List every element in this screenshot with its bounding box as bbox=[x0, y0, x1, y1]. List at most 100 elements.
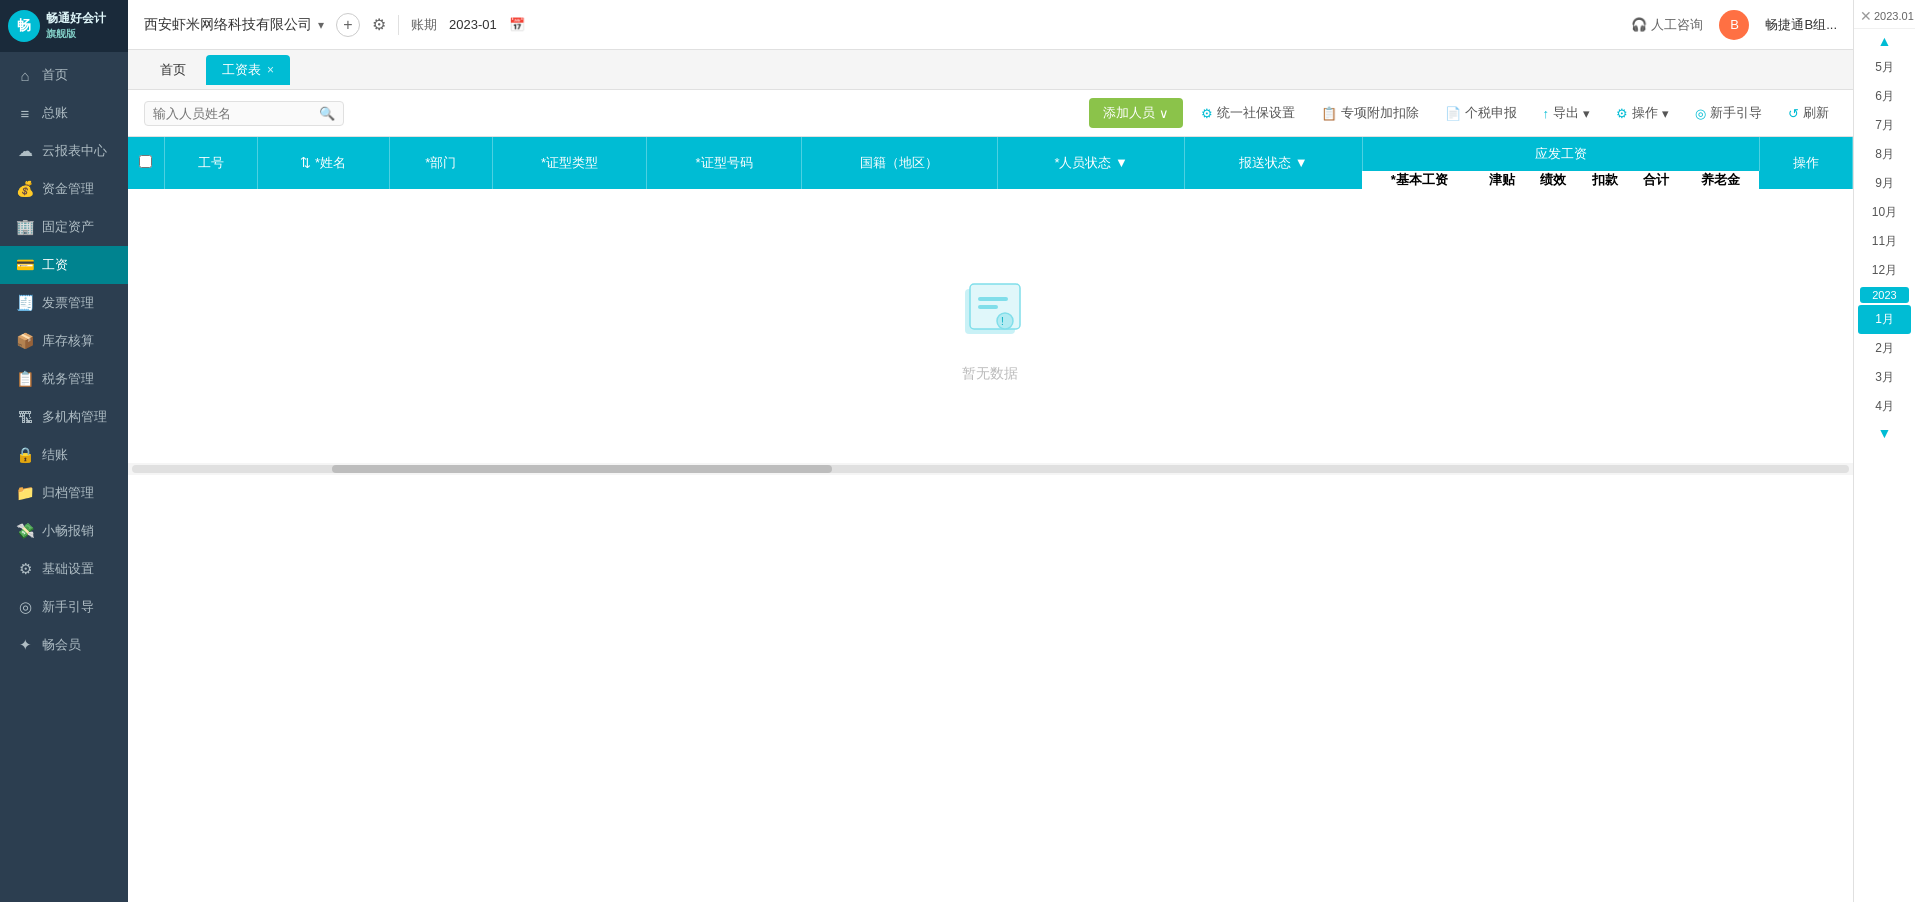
svg-rect-3 bbox=[978, 305, 998, 309]
select-all-checkbox[interactable] bbox=[139, 155, 152, 168]
sidebar-item-member[interactable]: ✦ 畅会员 bbox=[0, 626, 128, 664]
right-panel: ✕ 2023.01 ⤢ ▲ 5月 6月 7月 8月 9月 10月 11月 12月… bbox=[1853, 0, 1915, 902]
th-report-status[interactable]: 报送状态 ▼ bbox=[1185, 137, 1362, 189]
table-scrollbar[interactable] bbox=[128, 463, 1853, 475]
sidebar-item-salary[interactable]: 💳 工资 bbox=[0, 246, 128, 284]
th-actions: 操作 bbox=[1759, 137, 1852, 189]
operations-icon: ⚙ bbox=[1616, 106, 1628, 121]
search-icon: 🔍 bbox=[319, 106, 335, 121]
search-input[interactable] bbox=[153, 106, 313, 121]
th-deduction: 扣款 bbox=[1579, 171, 1630, 189]
sidebar-item-expense[interactable]: 💸 小畅报销 bbox=[0, 512, 128, 550]
month-item-11[interactable]: 11月 bbox=[1854, 227, 1915, 256]
sidebar-item-guide[interactable]: ◎ 新手引导 bbox=[0, 588, 128, 626]
support-button[interactable]: 🎧 人工咨询 bbox=[1631, 16, 1703, 34]
month-item-7[interactable]: 7月 bbox=[1854, 111, 1915, 140]
company-selector[interactable]: 西安虾米网络科技有限公司 ▾ bbox=[144, 16, 324, 34]
th-nationality: 国籍（地区） bbox=[801, 137, 997, 189]
month-item-2023-4[interactable]: 4月 bbox=[1854, 392, 1915, 421]
month-item-2023-2[interactable]: 2月 bbox=[1854, 334, 1915, 363]
header-divider bbox=[398, 15, 399, 35]
user-name[interactable]: 畅捷通B组... bbox=[1765, 16, 1837, 34]
salary-table: 工号 ⇅ *姓名 *部门 *证型类型 *证型号码 国籍（地区） *人员状态 ▼ … bbox=[128, 137, 1853, 463]
guide-button[interactable]: ◎ 新手引导 bbox=[1687, 100, 1770, 126]
add-company-button[interactable]: + bbox=[336, 13, 360, 37]
month-item-5[interactable]: 5月 bbox=[1854, 53, 1915, 82]
sidebar-item-archive[interactable]: 📁 归档管理 bbox=[0, 474, 128, 512]
sidebar-item-multi-org-label: 多机构管理 bbox=[42, 408, 107, 426]
export-button[interactable]: ↑ 导出 ▾ bbox=[1535, 100, 1599, 126]
th-id-type: *证型类型 bbox=[492, 137, 647, 189]
export-icon: ↑ bbox=[1543, 106, 1550, 121]
tab-salary[interactable]: 工资表 × bbox=[206, 55, 290, 85]
funds-icon: 💰 bbox=[16, 180, 34, 198]
chevron-down-icon: ▾ bbox=[318, 18, 324, 32]
add-person-button[interactable]: 添加人员 ∨ bbox=[1089, 98, 1183, 128]
sidebar-item-invoice[interactable]: 🧾 发票管理 bbox=[0, 284, 128, 322]
extra-deduction-button[interactable]: 📋 专项附加扣除 bbox=[1313, 100, 1427, 126]
th-checkbox[interactable] bbox=[128, 137, 164, 189]
month-item-8[interactable]: 8月 bbox=[1854, 140, 1915, 169]
sidebar-item-home[interactable]: ⌂ 首页 bbox=[0, 56, 128, 94]
multi-org-icon: 🏗 bbox=[16, 409, 34, 426]
ledger-icon: ≡ bbox=[16, 105, 34, 122]
toolbar-right: 添加人员 ∨ ⚙ 统一社保设置 📋 专项附加扣除 📄 个税申报 ↑ 导出 ▾ ⚙ bbox=[1089, 98, 1838, 128]
sidebar-nav: ⌂ 首页 ≡ 总账 ☁ 云报表中心 💰 资金管理 🏢 固定资产 💳 工资 🧾 发… bbox=[0, 52, 128, 902]
th-name[interactable]: ⇅ *姓名 bbox=[257, 137, 389, 189]
sidebar-item-fixed-assets[interactable]: 🏢 固定资产 bbox=[0, 208, 128, 246]
sidebar-item-ledger[interactable]: ≡ 总账 bbox=[0, 94, 128, 132]
sidebar-item-inventory[interactable]: 📦 库存核算 bbox=[0, 322, 128, 360]
th-status[interactable]: *人员状态 ▼ bbox=[998, 137, 1185, 189]
sidebar-item-invoice-label: 发票管理 bbox=[42, 294, 94, 312]
month-item-2023-3[interactable]: 3月 bbox=[1854, 363, 1915, 392]
sidebar-item-multi-org[interactable]: 🏗 多机构管理 bbox=[0, 398, 128, 436]
sidebar-item-ledger-label: 总账 bbox=[42, 104, 68, 122]
tax-icon: 📋 bbox=[16, 370, 34, 388]
sidebar-item-tax[interactable]: 📋 税务管理 bbox=[0, 360, 128, 398]
sidebar-item-member-label: 畅会员 bbox=[42, 636, 81, 654]
sidebar-item-salary-label: 工资 bbox=[42, 256, 68, 274]
empty-state: ! 暂无数据 bbox=[128, 189, 1853, 463]
tax-declare-button[interactable]: 📄 个税申报 bbox=[1437, 100, 1525, 126]
add-person-label: 添加人员 bbox=[1103, 104, 1155, 122]
month-item-6[interactable]: 6月 bbox=[1854, 82, 1915, 111]
salary-icon: 💳 bbox=[16, 256, 34, 274]
month-item-9[interactable]: 9月 bbox=[1854, 169, 1915, 198]
app-logo: 畅 畅通好会计 旗舰版 bbox=[0, 0, 128, 52]
operations-button[interactable]: ⚙ 操作 ▾ bbox=[1608, 100, 1677, 126]
panel-close-button[interactable]: ✕ bbox=[1860, 8, 1872, 24]
th-salary-group: 应发工资 bbox=[1362, 137, 1759, 171]
sidebar-item-funds[interactable]: 💰 资金管理 bbox=[0, 170, 128, 208]
logo-icon: 畅 bbox=[8, 10, 40, 42]
th-performance: 绩效 bbox=[1528, 171, 1579, 189]
calendar-icon[interactable]: 📅 bbox=[509, 17, 525, 32]
month-item-12[interactable]: 12月 bbox=[1854, 256, 1915, 285]
current-period-display: 2023.01 bbox=[1872, 8, 1915, 24]
expense-icon: 💸 bbox=[16, 522, 34, 540]
sidebar-item-settings-label: 基础设置 bbox=[42, 560, 94, 578]
month-item-10[interactable]: 10月 bbox=[1854, 198, 1915, 227]
social-security-button[interactable]: ⚙ 统一社保设置 bbox=[1193, 100, 1303, 126]
app-name: 畅通好会计 bbox=[46, 11, 106, 27]
company-settings-button[interactable]: ⚙ bbox=[372, 15, 386, 34]
tax-declare-icon: 📄 bbox=[1445, 106, 1461, 121]
year-badge-2023: 2023 bbox=[1860, 287, 1909, 303]
scroll-up-button[interactable]: ▲ bbox=[1854, 29, 1915, 53]
sidebar-item-funds-label: 资金管理 bbox=[42, 180, 94, 198]
sidebar-item-close-period[interactable]: 🔒 结账 bbox=[0, 436, 128, 474]
main-content: 西安虾米网络科技有限公司 ▾ + ⚙ 账期 2023-01 📅 🎧 人工咨询 B… bbox=[128, 0, 1853, 902]
sidebar-item-cloud-report[interactable]: ☁ 云报表中心 bbox=[0, 132, 128, 170]
social-security-icon: ⚙ bbox=[1201, 106, 1213, 121]
guide-toolbar-icon: ◎ bbox=[1695, 106, 1706, 121]
invoice-icon: 🧾 bbox=[16, 294, 34, 312]
month-item-2023-1[interactable]: 1月 bbox=[1858, 305, 1911, 334]
toolbar: 🔍 添加人员 ∨ ⚙ 统一社保设置 📋 专项附加扣除 📄 个税申报 ↑ 导出 bbox=[128, 90, 1853, 137]
export-arrow: ▾ bbox=[1583, 106, 1590, 121]
sidebar-item-settings[interactable]: ⚙ 基础设置 bbox=[0, 550, 128, 588]
tab-bar: 首页 工资表 × bbox=[128, 50, 1853, 90]
tab-close-icon[interactable]: × bbox=[267, 63, 274, 77]
refresh-button[interactable]: ↺ 刷新 bbox=[1780, 100, 1837, 126]
scroll-down-button[interactable]: ▼ bbox=[1854, 421, 1915, 445]
tab-home[interactable]: 首页 bbox=[144, 55, 202, 85]
svg-text:!: ! bbox=[1001, 316, 1004, 327]
